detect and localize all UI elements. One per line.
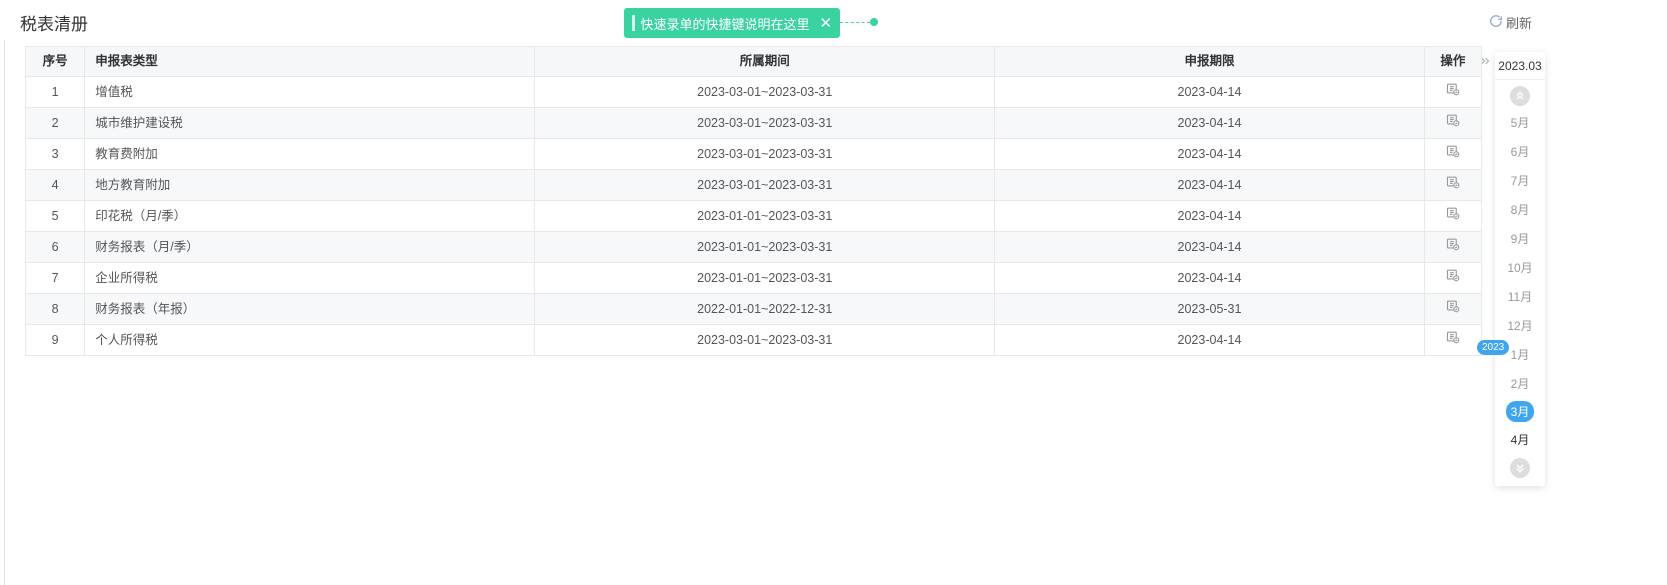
tip-text: 快速录单的快捷键说明在这里 (641, 14, 810, 33)
header-seq: 序号 (26, 47, 85, 77)
year-badge: 2023 (1477, 340, 1509, 355)
month-item[interactable]: 4月 (1495, 425, 1545, 454)
table-row: 4地方教育附加2023-03-01~2023-03-312023-04-14 (26, 170, 1482, 201)
cell-action (1424, 201, 1481, 232)
cell-action (1424, 170, 1481, 201)
scroll-down-icon[interactable] (1510, 458, 1530, 478)
cell-type: 财务报表（月/季） (85, 232, 535, 263)
view-detail-icon[interactable] (1445, 201, 1460, 230)
cell-seq: 8 (26, 294, 85, 325)
cell-type: 教育费附加 (85, 139, 535, 170)
cell-period: 2023-03-01~2023-03-31 (535, 170, 995, 201)
cell-period: 2023-01-01~2023-03-31 (535, 232, 995, 263)
table-row: 1增值税2023-03-01~2023-03-312023-04-14 (26, 77, 1482, 108)
tax-forms-table: 序号 申报表类型 所属期间 申报期限 操作 1增值税2023-03-01~202… (25, 46, 1482, 356)
table-row: 3教育费附加2023-03-01~2023-03-312023-04-14 (26, 139, 1482, 170)
view-detail-icon[interactable] (1445, 263, 1460, 292)
refresh-button[interactable]: 刷新 (1489, 13, 1532, 32)
table-row: 6财务报表（月/季）2023-01-01~2023-03-312023-04-1… (26, 232, 1482, 263)
table-row: 8财务报表（年报）2022-01-01~2022-12-312023-05-31 (26, 294, 1482, 325)
cell-seq: 9 (26, 325, 85, 356)
cell-period: 2023-03-01~2023-03-31 (535, 139, 995, 170)
cell-seq: 1 (26, 77, 85, 108)
cell-period: 2023-03-01~2023-03-31 (535, 325, 995, 356)
month-item[interactable]: 2月 (1495, 369, 1545, 398)
cell-seq: 4 (26, 170, 85, 201)
scroll-up-icon[interactable] (1510, 86, 1530, 106)
month-item[interactable]: 5月 (1495, 108, 1545, 137)
cell-period: 2022-01-01~2022-12-31 (535, 294, 995, 325)
tip-accent-bar (632, 15, 635, 31)
cell-deadline: 2023-05-31 (995, 294, 1424, 325)
tip-connector-line (840, 22, 870, 23)
cell-deadline: 2023-04-14 (995, 263, 1424, 294)
cell-period: 2023-01-01~2023-03-31 (535, 263, 995, 294)
cell-deadline: 2023-04-14 (995, 201, 1424, 232)
month-item[interactable]: 9月 (1495, 224, 1545, 253)
cell-action (1424, 77, 1481, 108)
table-header-row: 序号 申报表类型 所属期间 申报期限 操作 (26, 47, 1482, 77)
cell-deadline: 2023-04-14 (995, 325, 1424, 356)
cell-type: 财务报表（年报） (85, 294, 535, 325)
cell-type: 城市维护建设税 (85, 108, 535, 139)
cell-action (1424, 232, 1481, 263)
month-item[interactable]: 10月 (1495, 253, 1545, 282)
cell-action (1424, 294, 1481, 325)
cell-seq: 5 (26, 201, 85, 232)
table-row: 7企业所得税2023-01-01~2023-03-312023-04-14 (26, 263, 1482, 294)
cell-seq: 6 (26, 232, 85, 263)
refresh-icon (1489, 14, 1503, 31)
cell-seq: 2 (26, 108, 85, 139)
month-item[interactable]: 12月 (1495, 311, 1545, 340)
tip-connector-dot (870, 18, 878, 26)
cell-period: 2023-03-01~2023-03-31 (535, 77, 995, 108)
month-item[interactable]: 3月 (1506, 401, 1534, 422)
cell-action (1424, 139, 1481, 170)
table-row: 9个人所得税2023-03-01~2023-03-312023-04-14 (26, 325, 1482, 356)
cell-deadline: 2023-04-14 (995, 170, 1424, 201)
view-detail-icon[interactable] (1445, 170, 1460, 199)
cell-deadline: 2023-04-14 (995, 139, 1424, 170)
month-item[interactable]: 11月 (1495, 282, 1545, 311)
cell-seq: 7 (26, 263, 85, 294)
cell-period: 2023-03-01~2023-03-31 (535, 108, 995, 139)
month-item[interactable]: 6月 (1495, 137, 1545, 166)
header-type: 申报表类型 (85, 47, 535, 77)
current-month-label: 2023.03 (1495, 52, 1545, 80)
view-detail-icon[interactable] (1445, 108, 1460, 137)
view-detail-icon[interactable] (1445, 325, 1460, 354)
close-icon[interactable]: ✕ (820, 16, 833, 31)
cell-seq: 3 (26, 139, 85, 170)
page-title: 税表清册 (20, 10, 88, 35)
header-period: 所属期间 (535, 47, 995, 77)
cell-deadline: 2023-04-14 (995, 232, 1424, 263)
month-picker-sidebar: 2023.03 5月6月7月8月9月10月11月12月20231月2月3月4月 (1495, 52, 1545, 486)
view-detail-icon[interactable] (1445, 294, 1460, 323)
cell-type: 个人所得税 (85, 325, 535, 356)
tip-banner: 快速录单的快捷键说明在这里 ✕ (624, 8, 841, 38)
cell-deadline: 2023-04-14 (995, 108, 1424, 139)
header-action: 操作 (1424, 47, 1481, 77)
header-deadline: 申报期限 (995, 47, 1424, 77)
cell-type: 增值税 (85, 77, 535, 108)
cell-type: 印花税（月/季） (85, 201, 535, 232)
view-detail-icon[interactable] (1445, 77, 1460, 106)
refresh-label: 刷新 (1506, 13, 1532, 32)
view-detail-icon[interactable] (1445, 232, 1460, 261)
cell-action (1424, 108, 1481, 139)
table-row: 5印花税（月/季）2023-01-01~2023-03-312023-04-14 (26, 201, 1482, 232)
cell-period: 2023-01-01~2023-03-31 (535, 201, 995, 232)
cell-action (1424, 325, 1481, 356)
view-detail-icon[interactable] (1445, 139, 1460, 168)
cell-type: 地方教育附加 (85, 170, 535, 201)
month-item[interactable]: 8月 (1495, 195, 1545, 224)
month-item[interactable]: 7月 (1495, 166, 1545, 195)
table-row: 2城市维护建设税2023-03-01~2023-03-312023-04-14 (26, 108, 1482, 139)
cell-type: 企业所得税 (85, 263, 535, 294)
cell-action (1424, 263, 1481, 294)
cell-deadline: 2023-04-14 (995, 77, 1424, 108)
